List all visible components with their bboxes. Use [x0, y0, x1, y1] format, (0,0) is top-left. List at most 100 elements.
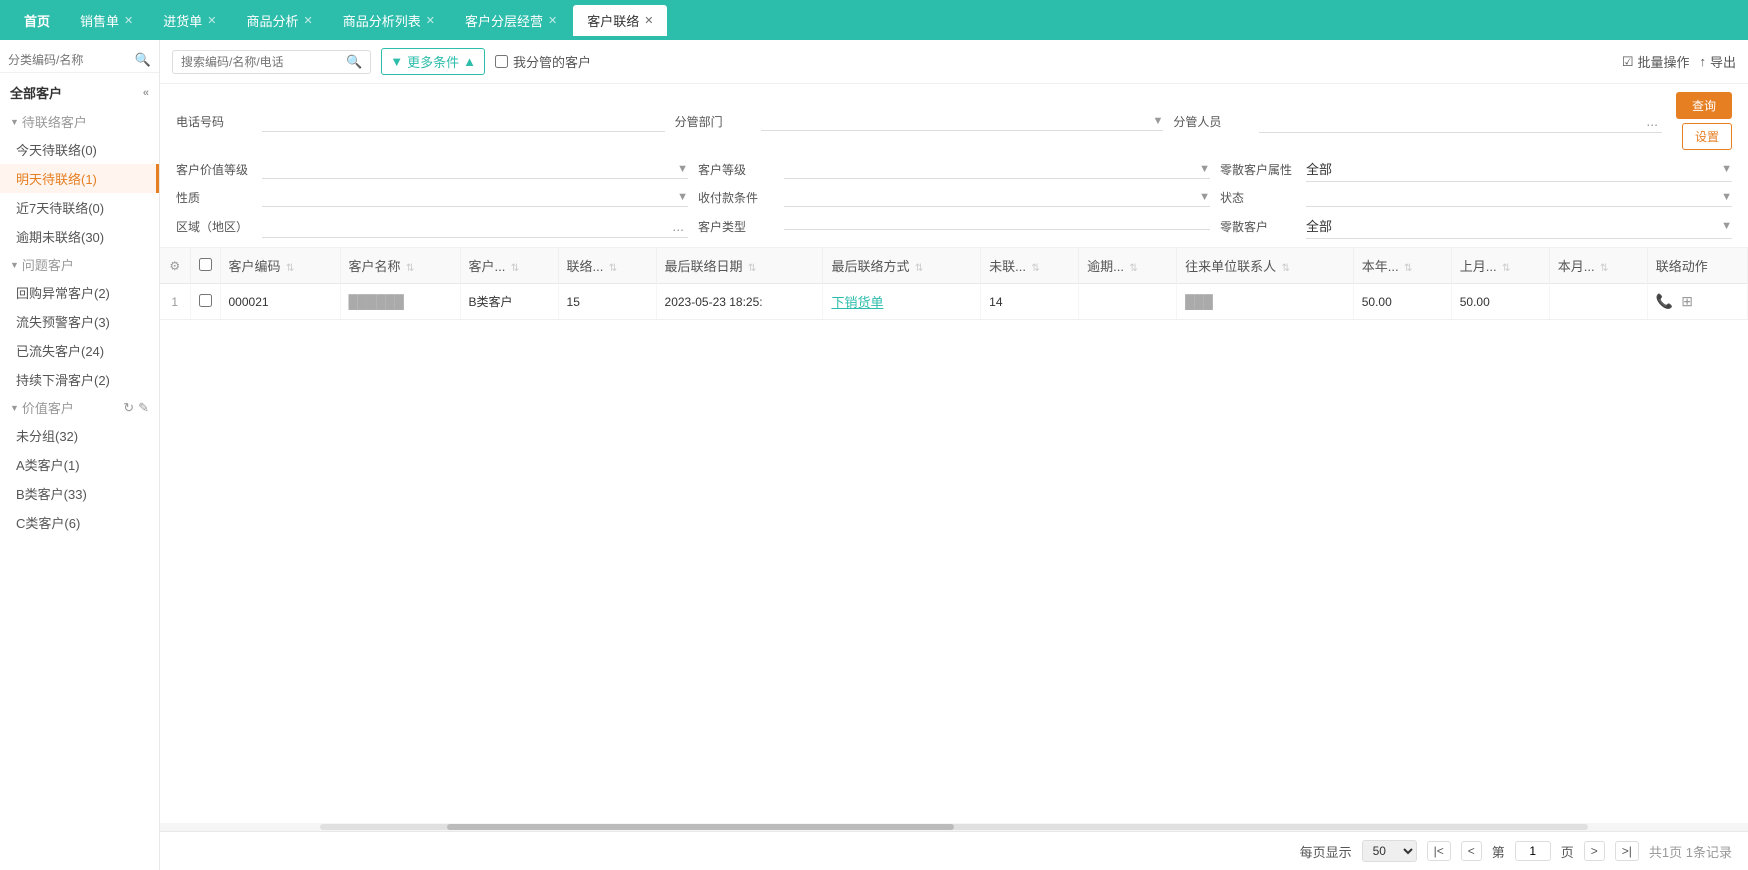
person-select[interactable]: ...: [1259, 110, 1662, 133]
sidebar-overdue-contact[interactable]: 逾期未联络(30): [0, 222, 159, 251]
retail-attr-chevron-icon: ▼: [1721, 163, 1732, 175]
sidebar-all-customers[interactable]: 全部客户 «: [0, 77, 159, 108]
th-last-contact-method[interactable]: 最后联络方式 ⇅: [823, 248, 981, 284]
row-checkbox[interactable]: [199, 294, 212, 307]
customer-type-select[interactable]: [784, 223, 1210, 230]
area-select[interactable]: ...: [262, 215, 688, 238]
value-group-edit-icon[interactable]: ✎: [138, 400, 149, 416]
sidebar-a-class[interactable]: A类客户(1): [0, 450, 159, 479]
customer-value-select[interactable]: ▼: [262, 160, 688, 179]
nav-purchase-order-close[interactable]: ✕: [207, 14, 216, 27]
my-customers-check[interactable]: [495, 55, 508, 68]
nav-sales-order[interactable]: 销售单 ✕: [66, 5, 147, 36]
page-number-input[interactable]: [1515, 841, 1551, 861]
th-this-month[interactable]: 本月... ⇅: [1549, 248, 1647, 284]
more-conditions-label: 更多条件: [407, 52, 459, 71]
th-name[interactable]: 客户名称 ⇅: [340, 248, 460, 284]
nav-customer-contact[interactable]: 客户联络 ✕: [573, 5, 667, 36]
sidebar-b-class[interactable]: B类客户(33): [0, 479, 159, 508]
retail-attr-label: 零散客户属性: [1220, 161, 1300, 178]
status-select[interactable]: ▼: [1306, 188, 1732, 207]
nav-product-analysis-list[interactable]: 商品分析列表 ✕: [329, 5, 449, 36]
sidebar-pending-contact-group: 待联络客户: [0, 108, 159, 135]
export-btn[interactable]: ↑ 导出: [1699, 52, 1736, 71]
select-all-checkbox[interactable]: [199, 258, 212, 271]
next-page-btn[interactable]: >: [1584, 841, 1605, 861]
filter-actions: 查询 设置: [1672, 92, 1732, 150]
sidebar-today-contact[interactable]: 今天待联络(0): [0, 135, 159, 164]
th-contact-count[interactable]: 联络... ⇅: [558, 248, 656, 284]
sidebar-lost-customers[interactable]: 已流失客户(24): [0, 336, 159, 365]
th-last-contact-date[interactable]: 最后联络日期 ⇅: [656, 248, 823, 284]
sidebar-collapse-icon: «: [143, 87, 149, 99]
batch-ops-label: 批量操作: [1637, 52, 1689, 71]
th-action: 联络动作: [1647, 248, 1747, 284]
nav-product-analysis-close[interactable]: ✕: [304, 14, 313, 27]
sidebar-week-contact[interactable]: 近7天待联络(0): [0, 193, 159, 222]
action-phone-icon[interactable]: 📞: [1656, 293, 1673, 310]
th-type[interactable]: 客户... ⇅: [460, 248, 558, 284]
person-dots-icon[interactable]: ...: [1642, 113, 1662, 129]
action-grid-icon[interactable]: ⊞: [1681, 293, 1693, 310]
person-label: 分管人员: [1173, 113, 1253, 130]
th-last-month[interactable]: 上月... ⇅: [1451, 248, 1549, 284]
th-checkbox: [190, 248, 220, 284]
nav-customer-tiering[interactable]: 客户分层经营 ✕: [451, 5, 571, 36]
sidebar-search-icon[interactable]: 🔍: [135, 52, 151, 68]
phone-input[interactable]: [262, 111, 665, 132]
horizontal-scrollbar[interactable]: [160, 823, 1748, 831]
my-customers-checkbox[interactable]: 我分管的客户: [495, 52, 591, 71]
main-search-input[interactable]: [181, 55, 341, 69]
search-bar: 🔍 ▼ 更多条件 ▲ 我分管的客户 ☑ 批量操作 ↑ 导出: [160, 40, 1748, 84]
first-page-btn[interactable]: |<: [1427, 841, 1451, 861]
th-not-contacted[interactable]: 未联... ⇅: [981, 248, 1079, 284]
th-code[interactable]: 客户编码 ⇅: [220, 248, 340, 284]
last-page-btn[interactable]: >|: [1615, 841, 1639, 861]
retail-customer-select[interactable]: 全部 ▼: [1306, 213, 1732, 239]
sidebar-tomorrow-contact[interactable]: 明天待联络(1): [0, 164, 159, 193]
nav-home[interactable]: 首页: [10, 5, 64, 36]
batch-ops-btn[interactable]: ☑ 批量操作: [1622, 52, 1690, 71]
value-group-refresh-icon[interactable]: ↻: [123, 400, 134, 416]
main-search-icon[interactable]: 🔍: [346, 54, 362, 70]
nav-customer-contact-close[interactable]: ✕: [644, 14, 653, 27]
export-icon: ↑: [1699, 54, 1706, 69]
th-overdue[interactable]: 逾期... ⇅: [1079, 248, 1177, 284]
th-this-year[interactable]: 本年... ⇅: [1353, 248, 1451, 284]
customer-value-chevron-icon: ▼: [677, 163, 688, 175]
nav-product-analysis[interactable]: 商品分析 ✕: [232, 5, 326, 36]
nav-product-analysis-list-close[interactable]: ✕: [426, 14, 435, 27]
customer-grade-select[interactable]: ▼: [784, 160, 1210, 179]
area-dots-icon[interactable]: ...: [668, 218, 688, 234]
export-label: 导出: [1710, 52, 1736, 71]
sidebar-continuous-decline[interactable]: 持续下滑客户(2): [0, 365, 159, 394]
nav-customer-tiering-close[interactable]: ✕: [548, 14, 557, 27]
last-contact-link[interactable]: 下销货单: [831, 295, 883, 310]
page-size-select[interactable]: 50 100 200: [1362, 840, 1417, 862]
gender-select[interactable]: ▼: [262, 188, 688, 207]
sidebar-repurchase-abnormal[interactable]: 回购异常客户(2): [0, 278, 159, 307]
name-sort-icon: ⇅: [406, 263, 414, 274]
sidebar-ungrouped[interactable]: 未分组(32): [0, 421, 159, 450]
nav-purchase-order[interactable]: 进货单 ✕: [149, 5, 230, 36]
nav-sales-order-close[interactable]: ✕: [124, 14, 133, 27]
top-navigation: 首页 销售单 ✕ 进货单 ✕ 商品分析 ✕ 商品分析列表 ✕ 客户分层经营 ✕ …: [0, 0, 1748, 40]
sidebar-search-input[interactable]: [8, 53, 131, 67]
scrollbar-thumb[interactable]: [447, 824, 954, 830]
masked-name: ██████: [349, 294, 404, 309]
pagination-bar: 每页显示 50 100 200 |< < 第 页 > >| 共1页 1条记录: [160, 831, 1748, 870]
th-contact-person[interactable]: 往来单位联系人 ⇅: [1177, 248, 1354, 284]
query-button[interactable]: 查询: [1676, 92, 1732, 119]
person-field: 分管人员 ...: [1173, 110, 1662, 133]
retail-attr-select[interactable]: 全部 ▼: [1306, 156, 1732, 182]
payment-select[interactable]: ▼: [784, 188, 1210, 207]
td-type: B类客户: [460, 284, 558, 320]
more-conditions-btn[interactable]: ▼ 更多条件 ▲: [381, 48, 485, 75]
dept-select[interactable]: ▼: [761, 112, 1164, 131]
settings-button[interactable]: 设置: [1682, 123, 1732, 150]
sidebar-c-class[interactable]: C类客户(6): [0, 508, 159, 537]
filter-icon: ▼: [390, 54, 403, 69]
sidebar-losing-customers[interactable]: 流失预警客户(3): [0, 307, 159, 336]
th-settings[interactable]: ⚙: [160, 248, 190, 284]
prev-page-btn[interactable]: <: [1461, 841, 1482, 861]
